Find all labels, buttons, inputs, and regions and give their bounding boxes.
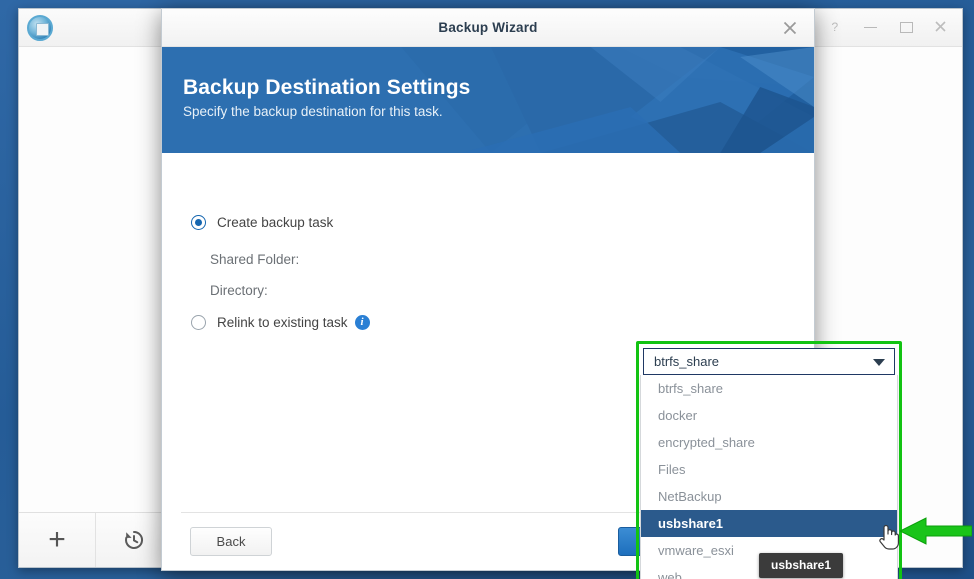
background-window-controls: ? <box>828 19 948 34</box>
list-item[interactable]: NetBackup <box>641 483 897 510</box>
dialog-titlebar: Backup Wizard <box>162 9 814 47</box>
backup-app-icon <box>27 15 53 41</box>
dialog-banner: Backup Destination Settings Specify the … <box>162 47 814 153</box>
green-pointer-arrow <box>898 515 973 552</box>
list-item-selected[interactable]: usbshare1 <box>641 510 897 537</box>
mouse-cursor-hand-icon <box>878 522 900 557</box>
svg-text:?: ? <box>832 20 839 34</box>
hover-tooltip: usbshare1 <box>759 553 844 578</box>
list-item[interactable]: Files <box>641 456 897 483</box>
dialog-title: Backup Wizard <box>438 20 538 35</box>
dialog-close-icon[interactable] <box>781 19 799 37</box>
list-item[interactable]: encrypted_share <box>641 429 897 456</box>
dialog-body: Create backup task Shared Folder: Direct… <box>162 153 973 579</box>
chevron-down-icon[interactable] <box>873 359 885 366</box>
background-window-toolbar: + <box>19 512 172 567</box>
directory-label: Directory: <box>210 283 268 298</box>
shared-folder-label: Shared Folder: <box>210 252 300 267</box>
radio-indicator-create[interactable] <box>191 215 206 230</box>
shared-folder-dropdown-list[interactable]: btrfs_share docker encrypted_share Files… <box>640 375 898 579</box>
minimize-icon[interactable] <box>863 19 878 34</box>
radio-indicator-relink[interactable] <box>191 315 206 330</box>
shared-folder-value: btrfs_share <box>654 354 720 369</box>
list-item[interactable]: docker <box>641 402 897 429</box>
banner-heading: Backup Destination Settings <box>183 76 471 99</box>
radio-label-relink: Relink to existing task <box>217 315 348 330</box>
banner-text-block: Backup Destination Settings Specify the … <box>183 76 470 119</box>
history-clock-icon <box>125 530 143 549</box>
radio-create-backup-task[interactable]: Create backup task <box>191 215 333 230</box>
radio-relink-existing-task[interactable]: Relink to existing task i <box>191 315 370 330</box>
shared-folder-combobox[interactable]: btrfs_share <box>643 348 895 375</box>
plus-icon: + <box>48 523 66 556</box>
radio-label-create: Create backup task <box>217 215 334 230</box>
close-icon[interactable] <box>933 19 948 34</box>
banner-subheading: Specify the backup destination for this … <box>183 104 443 119</box>
help-icon[interactable]: ? <box>828 19 843 34</box>
list-item[interactable]: btrfs_share <box>641 375 897 402</box>
backup-wizard-dialog: Backup Wizard Backup Destination Setting… <box>161 8 973 579</box>
info-icon[interactable]: i <box>354 315 370 330</box>
maximize-icon[interactable] <box>898 19 913 34</box>
back-button[interactable]: Back <box>190 527 272 556</box>
add-task-button[interactable]: + <box>19 513 95 567</box>
